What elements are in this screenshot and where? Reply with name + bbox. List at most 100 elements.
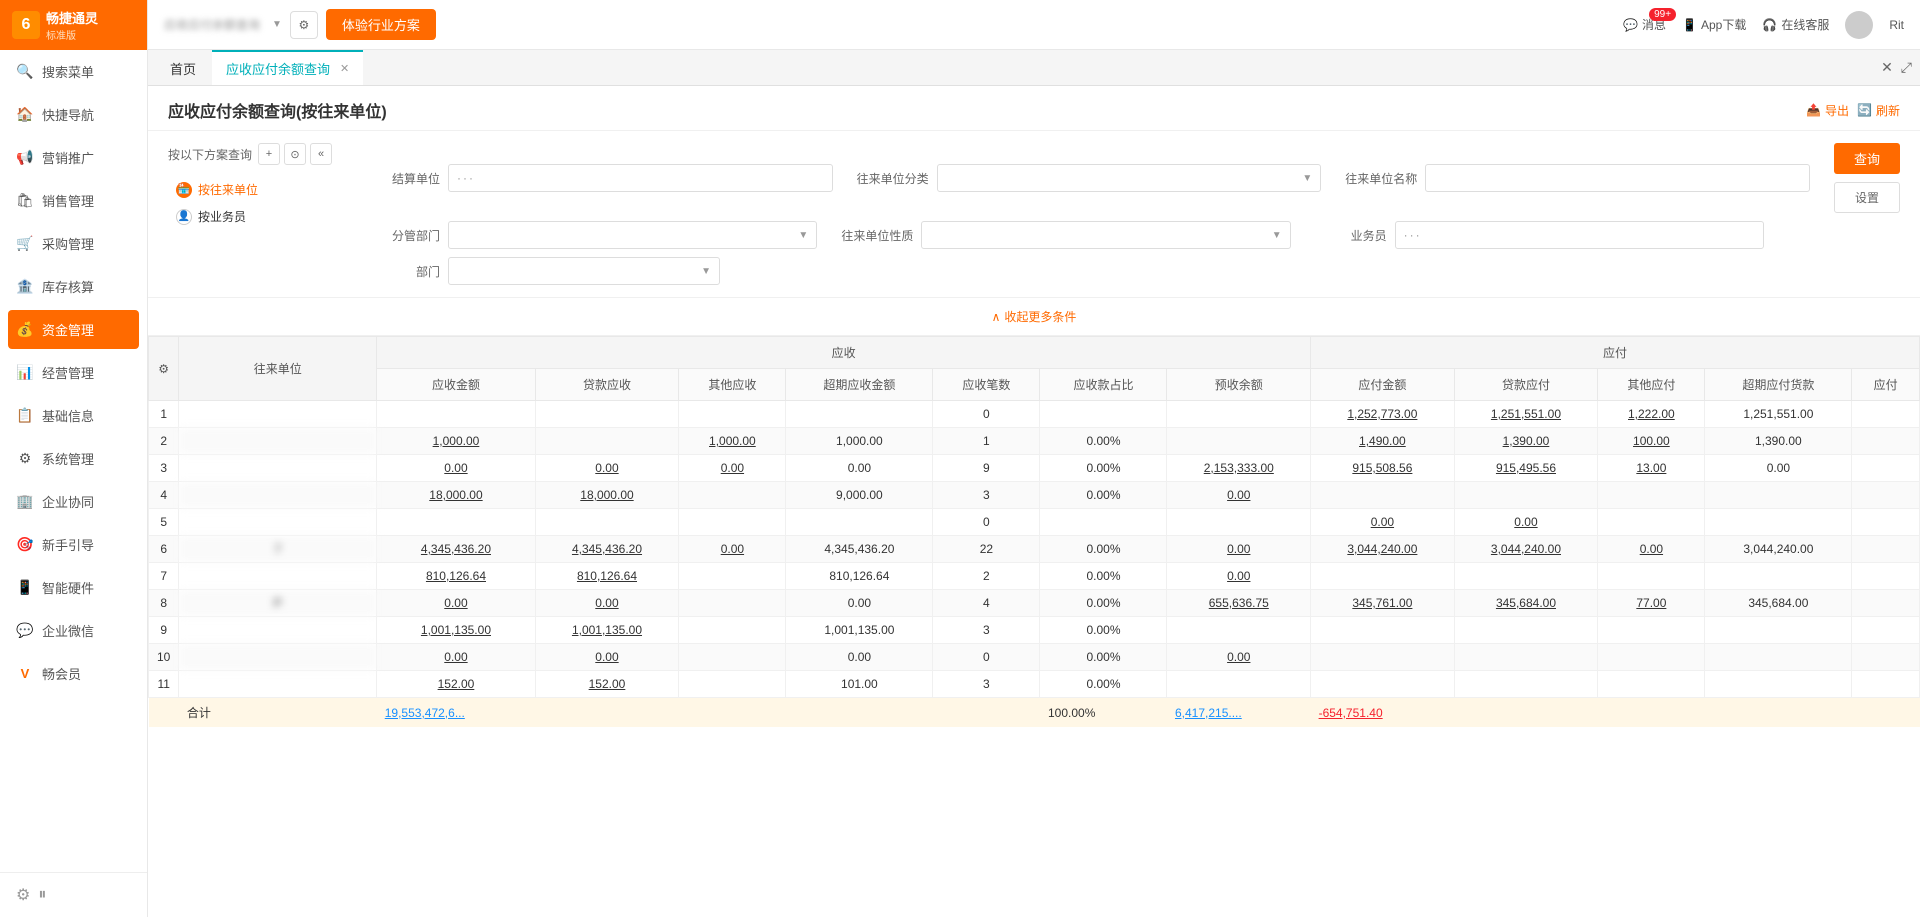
sidebar-item-basic-info[interactable]: 📋 基础信息 [0, 394, 147, 437]
table-cell[interactable]: 0.00 [679, 455, 786, 482]
table-cell[interactable]: 0.00 [679, 536, 786, 563]
table-cell[interactable] [679, 671, 786, 698]
tab-ar-query[interactable]: 应收应付余额查询 ✕ [212, 50, 363, 85]
table-cell[interactable] [1598, 509, 1705, 536]
table-cell[interactable] [1311, 644, 1455, 671]
query-button[interactable]: 查询 [1834, 143, 1900, 174]
table-cell[interactable]: 13.00 [1598, 455, 1705, 482]
table-cell[interactable]: 18,000.00 [377, 482, 535, 509]
table-cell[interactable]: 1,000.00 [679, 428, 786, 455]
table-cell[interactable]: 0.00 [535, 590, 679, 617]
table-cell[interactable]: 0.00 [1311, 509, 1455, 536]
sidebar-item-system[interactable]: ⚙ 系统管理 [0, 437, 147, 480]
table-cell[interactable]: 1,490.00 [1311, 428, 1455, 455]
partner-name-input[interactable] [1425, 164, 1810, 192]
table-cell[interactable] [1598, 482, 1705, 509]
add-filter-button[interactable]: + [258, 143, 280, 165]
collapse-conditions-button[interactable]: ∧ 收起更多条件 [972, 302, 1097, 331]
sidebar-item-corp[interactable]: 🏢 企业协同 [0, 480, 147, 523]
sidebar-item-guide[interactable]: 🎯 新手引导 [0, 523, 147, 566]
table-cell[interactable]: 345,684.00 [1454, 590, 1598, 617]
export-button[interactable]: 📤 导出 [1806, 102, 1849, 119]
table-cell[interactable] [1598, 644, 1705, 671]
table-cell[interactable] [1311, 617, 1455, 644]
trial-button[interactable]: 体验行业方案 [326, 9, 436, 40]
table-cell[interactable]: 0.00 [1167, 536, 1311, 563]
table-cell[interactable]: 4,345,436.20 [377, 536, 535, 563]
table-cell[interactable] [1454, 482, 1598, 509]
table-cell[interactable] [1167, 671, 1311, 698]
table-cell[interactable] [679, 509, 786, 536]
refresh-button[interactable]: 🔄 刷新 [1857, 102, 1900, 119]
table-cell[interactable] [679, 401, 786, 428]
table-cell[interactable] [1454, 671, 1598, 698]
table-cell[interactable]: 0.00 [535, 644, 679, 671]
table-cell[interactable] [535, 401, 679, 428]
breadcrumb-chevron[interactable]: ▼ [272, 19, 282, 30]
table-cell[interactable]: 0.00 [1167, 644, 1311, 671]
table-cell[interactable]: 915,508.56 [1311, 455, 1455, 482]
table-cell[interactable]: 655,636.75 [1167, 590, 1311, 617]
table-cell[interactable]: 1,000.00 [377, 428, 535, 455]
table-cell[interactable] [377, 401, 535, 428]
salesman-input[interactable]: ··· [1395, 221, 1764, 249]
supervise-dept-input[interactable]: ▼ [448, 221, 817, 249]
table-cell[interactable]: 1,222.00 [1598, 401, 1705, 428]
dept-input[interactable]: ▼ [448, 257, 720, 285]
collapse-sidebar-icon[interactable]: ⏸ [38, 886, 46, 904]
partner-nature-input[interactable]: ▼ [921, 221, 1290, 249]
settings-bottom-icon[interactable]: ⚙ [16, 885, 30, 905]
footer-ar-amount[interactable]: 19,553,472,6... [377, 698, 535, 728]
footer-ap-amount[interactable]: -654,751.40 [1311, 698, 1455, 728]
table-cell[interactable] [1167, 401, 1311, 428]
table-gear-icon[interactable]: ⚙ [158, 362, 169, 376]
table-cell[interactable]: 0.00 [377, 644, 535, 671]
user-name[interactable]: Rit [1889, 18, 1904, 32]
table-cell[interactable]: 1,251,551.00 [1454, 401, 1598, 428]
collapse-filter-button[interactable]: « [310, 143, 332, 165]
sidebar-item-quick-nav[interactable]: 🏠 快捷导航 [0, 93, 147, 136]
table-cell[interactable]: 4,345,436.20 [535, 536, 679, 563]
table-cell[interactable] [1311, 671, 1455, 698]
sidebar-item-member[interactable]: V 畅会员 [0, 652, 147, 695]
table-cell[interactable]: 345,761.00 [1311, 590, 1455, 617]
table-cell[interactable]: 77.00 [1598, 590, 1705, 617]
settlement-unit-input[interactable]: ··· [448, 164, 833, 192]
table-cell[interactable]: 1,001,135.00 [535, 617, 679, 644]
sidebar-item-hardware[interactable]: 📱 智能硬件 [0, 566, 147, 609]
table-cell[interactable]: 915,495.56 [1454, 455, 1598, 482]
tab-home[interactable]: 首页 [156, 50, 210, 85]
table-cell[interactable] [1167, 617, 1311, 644]
tab-close-window[interactable]: ✕ [1881, 59, 1893, 76]
header-gear-button[interactable]: ⚙ [290, 11, 318, 39]
table-cell[interactable]: 0.00 [1167, 482, 1311, 509]
sidebar-item-purchase[interactable]: 🛒 采购管理 [0, 222, 147, 265]
filter-option-partner[interactable]: 🏪 按往来单位 [168, 177, 348, 202]
table-cell[interactable]: 0.00 [1598, 536, 1705, 563]
tab-close-icon[interactable]: ✕ [340, 62, 349, 75]
table-cell[interactable] [1454, 644, 1598, 671]
table-cell[interactable] [679, 617, 786, 644]
table-cell[interactable] [679, 482, 786, 509]
table-cell[interactable]: 18,000.00 [535, 482, 679, 509]
table-cell[interactable] [679, 563, 786, 590]
tab-maximize[interactable]: ⤢ [1901, 59, 1912, 76]
sidebar-item-search-menu[interactable]: 🔍 搜索菜单 [0, 50, 147, 93]
message-button[interactable]: 💬 消息 99+ [1623, 16, 1666, 33]
sidebar-item-sales[interactable]: 🛍 销售管理 [0, 179, 147, 222]
table-cell[interactable]: 0.00 [377, 455, 535, 482]
filter-option-salesman[interactable]: 👤 按业务员 [168, 204, 348, 229]
table-cell[interactable]: 3,044,240.00 [1454, 536, 1598, 563]
table-cell[interactable] [1167, 428, 1311, 455]
sidebar-item-finance[interactable]: 💰 资金管理 [8, 310, 139, 349]
footer-ar-prepay[interactable]: 6,417,215.... [1167, 698, 1311, 728]
table-cell[interactable] [535, 509, 679, 536]
table-cell[interactable]: 1,001,135.00 [377, 617, 535, 644]
app-download-button[interactable]: 📱 App下载 [1682, 16, 1746, 33]
table-cell[interactable] [1311, 482, 1455, 509]
table-cell[interactable] [1167, 509, 1311, 536]
table-cell[interactable] [535, 428, 679, 455]
table-cell[interactable]: 2,153,333.00 [1167, 455, 1311, 482]
user-avatar[interactable] [1845, 11, 1873, 39]
table-cell[interactable]: 1,390.00 [1454, 428, 1598, 455]
